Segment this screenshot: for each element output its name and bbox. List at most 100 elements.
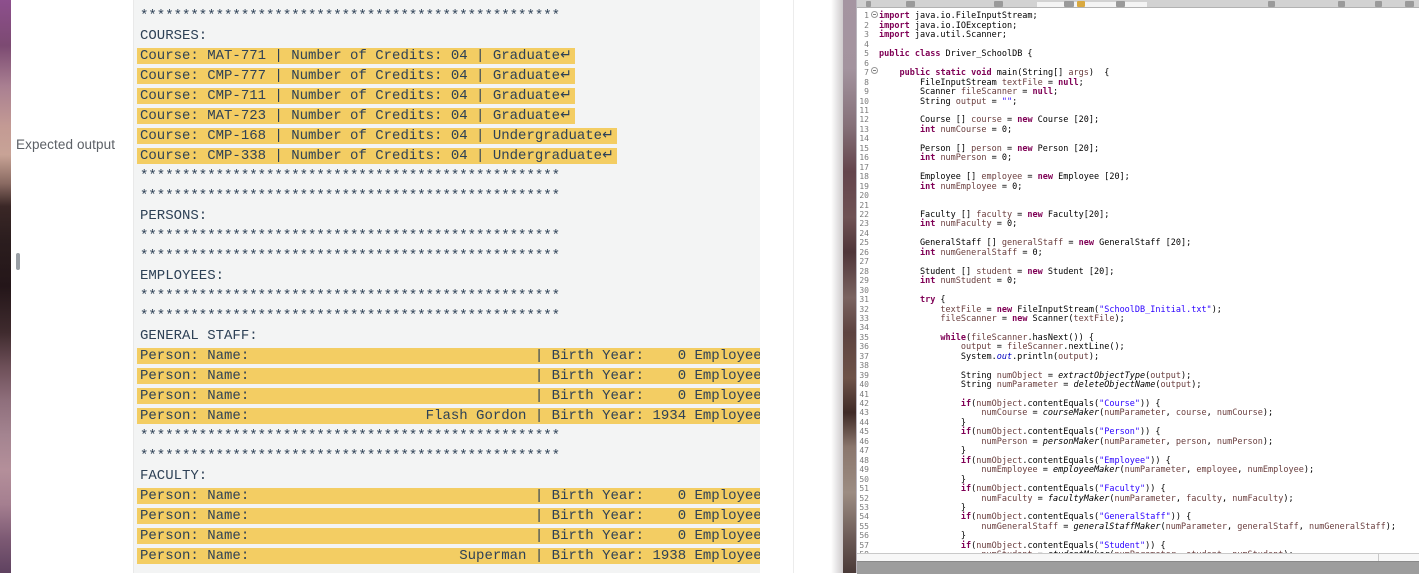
code-text: String output = ""; <box>879 96 1018 107</box>
console-line: ****************************************… <box>140 168 561 184</box>
line-number: 40 <box>859 380 869 390</box>
line-number: 36 <box>859 342 869 352</box>
console-line: Course: CMP-168 | Number of Credits: 04 … <box>137 126 760 146</box>
line-number: 49 <box>859 465 869 475</box>
fold-column-empty <box>869 122 879 131</box>
editor-line: 18 Employee [] employee = new Employee [… <box>857 170 1419 182</box>
console-line: Course: CMP-777 | Number of Credits: 04 … <box>137 66 760 86</box>
line-number: 16 <box>859 153 869 163</box>
toolbar-strip <box>857 0 1419 8</box>
bottom-status-bar <box>857 561 1419 574</box>
fold-column-empty <box>869 368 879 377</box>
line-number: 50 <box>859 474 869 484</box>
line-number: 42 <box>859 399 869 409</box>
line-number: 13 <box>859 124 869 134</box>
toolbar-icon-fragment <box>866 1 871 7</box>
line-number: 24 <box>859 228 869 238</box>
page-scrollbar-thumb[interactable] <box>16 253 20 270</box>
line-number: 38 <box>859 361 869 371</box>
collapse-icon[interactable] <box>871 67 878 75</box>
editor-line: 22 Faculty [] faculty = new Faculty[20]; <box>857 208 1419 220</box>
fold-column-empty <box>869 330 879 339</box>
highlighted-output-line: Course: CMP-711 | Number of Credits: 04 … <box>137 88 575 104</box>
console-line: PERSONS: <box>140 208 208 224</box>
console-line: Course: MAT-771 | Number of Credits: 04 … <box>137 46 760 66</box>
fold-column-empty <box>869 85 879 94</box>
code-text: fileScanner = new Scanner(textFile); <box>940 313 1125 324</box>
highlighted-output-line: Person: Name: Superman | Birth Year: 193… <box>137 548 760 564</box>
editor-line: 21 <box>857 198 1419 210</box>
fold-column <box>869 66 879 75</box>
editor-line: 5 public class Driver_SchoolDB { <box>857 47 1419 59</box>
line-number: 41 <box>859 389 869 399</box>
fold-column-empty <box>869 349 879 358</box>
code-text: int numGeneralStaff = 0; <box>919 247 1043 258</box>
line-number: 48 <box>859 455 869 465</box>
console-line: Person: Name: Superman | Birth Year: 193… <box>137 546 760 566</box>
line-number: 35 <box>859 332 869 342</box>
toolbar-icon-fragment <box>906 1 915 7</box>
line-number: 8 <box>864 77 869 87</box>
toolbar-icon-fragment <box>1064 1 1074 7</box>
fold-column-empty <box>869 264 879 273</box>
fold-column-empty <box>869 208 879 217</box>
fold-column-empty <box>869 397 879 406</box>
line-number: 52 <box>859 493 869 503</box>
console-line: ****************************************… <box>140 428 561 444</box>
line-number: 55 <box>859 521 869 531</box>
fold-column-empty <box>869 56 879 65</box>
toolbar-icon-fragment <box>1375 1 1382 7</box>
console-line: ****************************************… <box>140 448 561 464</box>
line-number: 43 <box>859 408 869 418</box>
highlighted-output-line: Course: CMP-168 | Number of Credits: 04 … <box>137 128 617 144</box>
fold-column-empty <box>869 179 879 188</box>
fold-column-empty <box>869 37 879 46</box>
console-line: Person: Name: | Birth Year: 0 Employee <box>137 386 760 406</box>
line-number: 34 <box>859 323 869 333</box>
line-number: 46 <box>859 436 869 446</box>
highlighted-output-line: Person: Name: | Birth Year: 0 Employee <box>137 488 760 504</box>
line-number: 33 <box>859 313 869 323</box>
fold-column-empty <box>869 501 879 510</box>
editor-line: 12 Course [] course = new Course [20]; <box>857 113 1419 125</box>
line-number: 37 <box>859 351 869 361</box>
console-line: COURSES: <box>140 28 208 44</box>
highlighted-output-line: Person: Name: | Birth Year: 0 Employee <box>137 348 760 364</box>
line-number: 44 <box>859 417 869 427</box>
code-text: int numCourse = 0; <box>919 124 1013 135</box>
fold-column-empty <box>869 472 879 481</box>
desktop-wallpaper-left-strip <box>0 0 11 573</box>
line-number: 23 <box>859 219 869 229</box>
line-number: 51 <box>859 484 869 494</box>
highlighted-output-line: Person: Name: | Birth Year: 0 Employee <box>137 528 760 544</box>
console-line: Person: Name: | Birth Year: 0 Employee <box>137 346 760 366</box>
console-line: Person: Name: | Birth Year: 0 Employee <box>137 366 760 386</box>
editor-line: 35 while(fileScanner.hasNext()) { <box>857 330 1419 343</box>
toolbar-light-segment <box>1037 2 1147 7</box>
fold-column <box>869 9 879 18</box>
fold-column-empty <box>869 104 879 113</box>
console-line: Course: CMP-338 | Number of Credits: 04 … <box>137 146 760 166</box>
code-text: System.out.println(output); <box>879 351 1100 362</box>
line-number: 29 <box>859 276 869 286</box>
editor-line: 1 import java.io.FileInputStream; <box>857 9 1419 21</box>
line-number: 56 <box>859 531 869 541</box>
highlighted-output-line: Course: MAT-723 | Number of Credits: 04 … <box>137 108 575 124</box>
fold-column-empty <box>869 415 879 424</box>
page-gap-divider <box>793 0 794 573</box>
fold-column-empty <box>869 198 879 207</box>
console-line: EMPLOYEES: <box>140 268 225 284</box>
fold-column-empty <box>869 255 879 264</box>
expected-output-label: Expected output <box>16 137 116 152</box>
console-line: Person: Name: | Birth Year: 0 Employee <box>137 526 760 546</box>
console-line: Person: Name: | Birth Year: 0 Employee <box>137 506 760 526</box>
collapse-icon[interactable] <box>871 10 878 18</box>
eclipse-editor-window: 1 import java.io.FileInputStream; 2 import … <box>856 0 1419 574</box>
console-line: Course: CMP-711 | Number of Credits: 04 … <box>137 86 760 106</box>
line-number: 6 <box>864 58 869 68</box>
fold-column-empty <box>869 387 879 396</box>
fold-column-empty <box>869 274 879 283</box>
line-number: 54 <box>859 512 869 522</box>
console-line: ****************************************… <box>140 228 561 244</box>
code-editor-area[interactable]: 1 import java.io.FileInputStream; 2 import … <box>857 8 1419 554</box>
